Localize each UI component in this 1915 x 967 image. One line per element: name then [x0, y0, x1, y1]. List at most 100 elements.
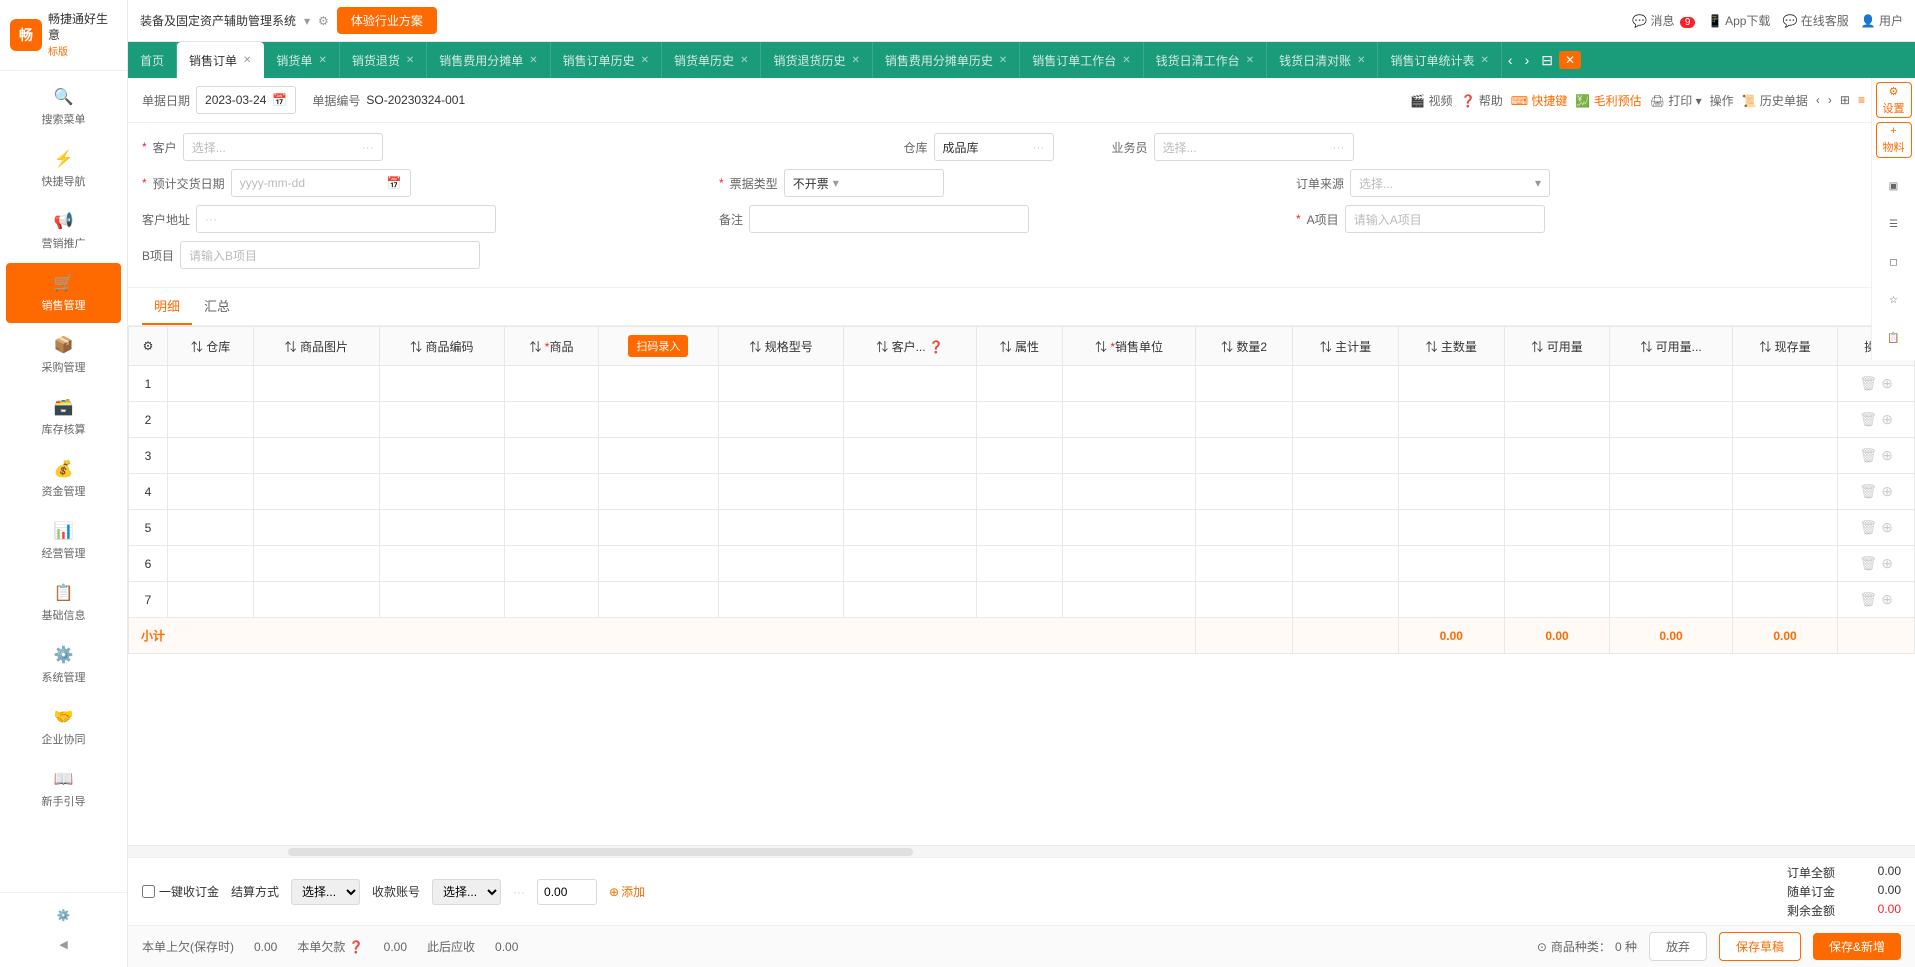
sidebar-item-inventory[interactable]: 🗃️ 库存核算	[6, 387, 121, 447]
row-name-5[interactable]	[505, 510, 599, 546]
row-delete-btn[interactable]: 🗑	[1859, 411, 1877, 428]
tab-sales-return-history[interactable]: 销货单历史 ✕	[662, 42, 761, 78]
tab-nav-next[interactable]: ›	[1519, 52, 1536, 68]
row-qty2-4[interactable]	[1196, 474, 1293, 510]
row-copy-btn[interactable]: ⊕	[1881, 483, 1893, 500]
tab-close-icon[interactable]: ✕	[529, 55, 537, 66]
sidebar-item-finance[interactable]: 💰 资金管理	[6, 449, 121, 509]
tab-close-icon[interactable]: ✕	[243, 55, 251, 66]
row-qty2-2[interactable]	[1196, 402, 1293, 438]
shortcut-action[interactable]: ⌨ 快捷键	[1511, 92, 1568, 109]
row-avail2-6[interactable]	[1610, 546, 1732, 582]
row-attr-6[interactable]	[976, 546, 1062, 582]
note-input[interactable]	[749, 205, 1029, 233]
row-code-1[interactable]	[379, 366, 505, 402]
row-scan-7[interactable]	[598, 582, 718, 618]
row-scan-3[interactable]	[598, 438, 718, 474]
grid-view-icon[interactable]: ⊞	[1840, 93, 1850, 107]
list-view-icon[interactable]: ≡	[1858, 93, 1865, 107]
nav-prev-icon[interactable]: ‹	[1816, 93, 1820, 107]
amount-input[interactable]	[537, 879, 597, 905]
user-avatar[interactable]: 👤 用户	[1861, 12, 1903, 29]
save-new-btn[interactable]: 保存&新增	[1813, 933, 1901, 960]
row-spec-2[interactable]	[718, 402, 844, 438]
row-main-qty-3[interactable]	[1398, 438, 1504, 474]
payment-select[interactable]: 选择...	[291, 879, 360, 905]
row-image-6[interactable]	[254, 546, 380, 582]
row-main-unit-2[interactable]	[1293, 402, 1399, 438]
account-select[interactable]: 选择...	[432, 879, 501, 905]
th-spec[interactable]: ⇅ 规格型号	[718, 327, 844, 366]
row-scan-6[interactable]	[598, 546, 718, 582]
row-attr-2[interactable]	[976, 402, 1062, 438]
row-name-4[interactable]	[505, 474, 599, 510]
delivery-date-input[interactable]: yyyy-mm-dd 📅	[231, 169, 411, 197]
row-copy-btn[interactable]: ⊕	[1881, 411, 1893, 428]
row-qty2-7[interactable]	[1196, 582, 1293, 618]
sidebar-item-basic[interactable]: 📋 基础信息	[6, 573, 121, 633]
row-avail2-4[interactable]	[1610, 474, 1732, 510]
row-attr-4[interactable]	[976, 474, 1062, 510]
row-delete-btn[interactable]: 🗑	[1859, 519, 1877, 536]
sidebar-item-enterprise[interactable]: 🤝 企业协同	[6, 697, 121, 757]
tab-close-icon[interactable]: ✕	[1357, 55, 1365, 66]
tab-nav-prev[interactable]: ‹	[1502, 52, 1519, 68]
tab-sales-stats[interactable]: 销售订单统计表 ✕	[1378, 42, 1501, 78]
row-stock-1[interactable]	[1732, 366, 1838, 402]
row-main-qty-4[interactable]	[1398, 474, 1504, 510]
dropdown-icon[interactable]: ▾	[304, 14, 310, 28]
row-cust-code-7[interactable]	[844, 582, 977, 618]
row-code-7[interactable]	[379, 582, 505, 618]
tab-close-icon[interactable]: ✕	[740, 55, 748, 66]
row-stock-6[interactable]	[1732, 546, 1838, 582]
row-scan-4[interactable]	[598, 474, 718, 510]
row-stock-4[interactable]	[1732, 474, 1838, 510]
row-main-qty-6[interactable]	[1398, 546, 1504, 582]
row-spec-4[interactable]	[718, 474, 844, 510]
view-action[interactable]: 🎬 视频	[1410, 92, 1452, 109]
th-customer-code[interactable]: ⇅ 客户... ❓	[844, 327, 977, 366]
add-payment-btn[interactable]: ⊕ 添加	[609, 883, 645, 900]
th-available[interactable]: ⇅ 可用量	[1504, 327, 1610, 366]
row-code-3[interactable]	[379, 438, 505, 474]
quick-order-check[interactable]	[142, 885, 155, 898]
right-btn-1[interactable]: ▣	[1876, 168, 1912, 204]
sidebar-settings-btn[interactable]: ⚙️	[0, 901, 127, 930]
row-name-7[interactable]	[505, 582, 599, 618]
row-stock-2[interactable]	[1732, 402, 1838, 438]
row-delete-btn[interactable]: 🗑	[1859, 483, 1877, 500]
row-delete-btn[interactable]: 🗑	[1859, 447, 1877, 464]
row-stock-7[interactable]	[1732, 582, 1838, 618]
quick-order-checkbox[interactable]: 一键收订金	[142, 883, 219, 900]
row-image-4[interactable]	[254, 474, 380, 510]
row-image-2[interactable]	[254, 402, 380, 438]
row-warehouse-7[interactable]	[168, 582, 254, 618]
row-unit-2[interactable]	[1062, 402, 1195, 438]
right-btn-3[interactable]: ◻	[1876, 244, 1912, 280]
row-spec-6[interactable]	[718, 546, 844, 582]
print-action[interactable]: 🖨 打印 ▾	[1650, 92, 1702, 109]
tab-close-icon[interactable]: ✕	[406, 55, 414, 66]
row-warehouse-5[interactable]	[168, 510, 254, 546]
row-copy-btn[interactable]: ⊕	[1881, 519, 1893, 536]
tab-summary[interactable]: 汇总	[192, 288, 242, 325]
row-name-1[interactable]	[505, 366, 599, 402]
row-main-qty-5[interactable]	[1398, 510, 1504, 546]
warehouse-input[interactable]: 成品库 ···	[934, 133, 1054, 161]
th-settings[interactable]: ⚙	[129, 327, 168, 366]
row-delete-btn[interactable]: 🗑	[1859, 591, 1877, 608]
th-main-unit[interactable]: ⇅ 主计量	[1293, 327, 1399, 366]
th-name[interactable]: ⇅ *商品	[505, 327, 599, 366]
row-copy-btn[interactable]: ⊕	[1881, 555, 1893, 572]
row-image-1[interactable]	[254, 366, 380, 402]
row-spec-3[interactable]	[718, 438, 844, 474]
row-copy-btn[interactable]: ⊕	[1881, 375, 1893, 392]
scan-input-btn[interactable]: 扫码录入	[628, 335, 688, 357]
th-stock[interactable]: ⇅ 现存量	[1732, 327, 1838, 366]
row-code-6[interactable]	[379, 546, 505, 582]
tab-sales-fee-split[interactable]: 销售费用分摊单 ✕	[427, 42, 550, 78]
row-avail2-3[interactable]	[1610, 438, 1732, 474]
row-cust-code-2[interactable]	[844, 402, 977, 438]
row-copy-btn[interactable]: ⊕	[1881, 591, 1893, 608]
row-main-qty-2[interactable]	[1398, 402, 1504, 438]
